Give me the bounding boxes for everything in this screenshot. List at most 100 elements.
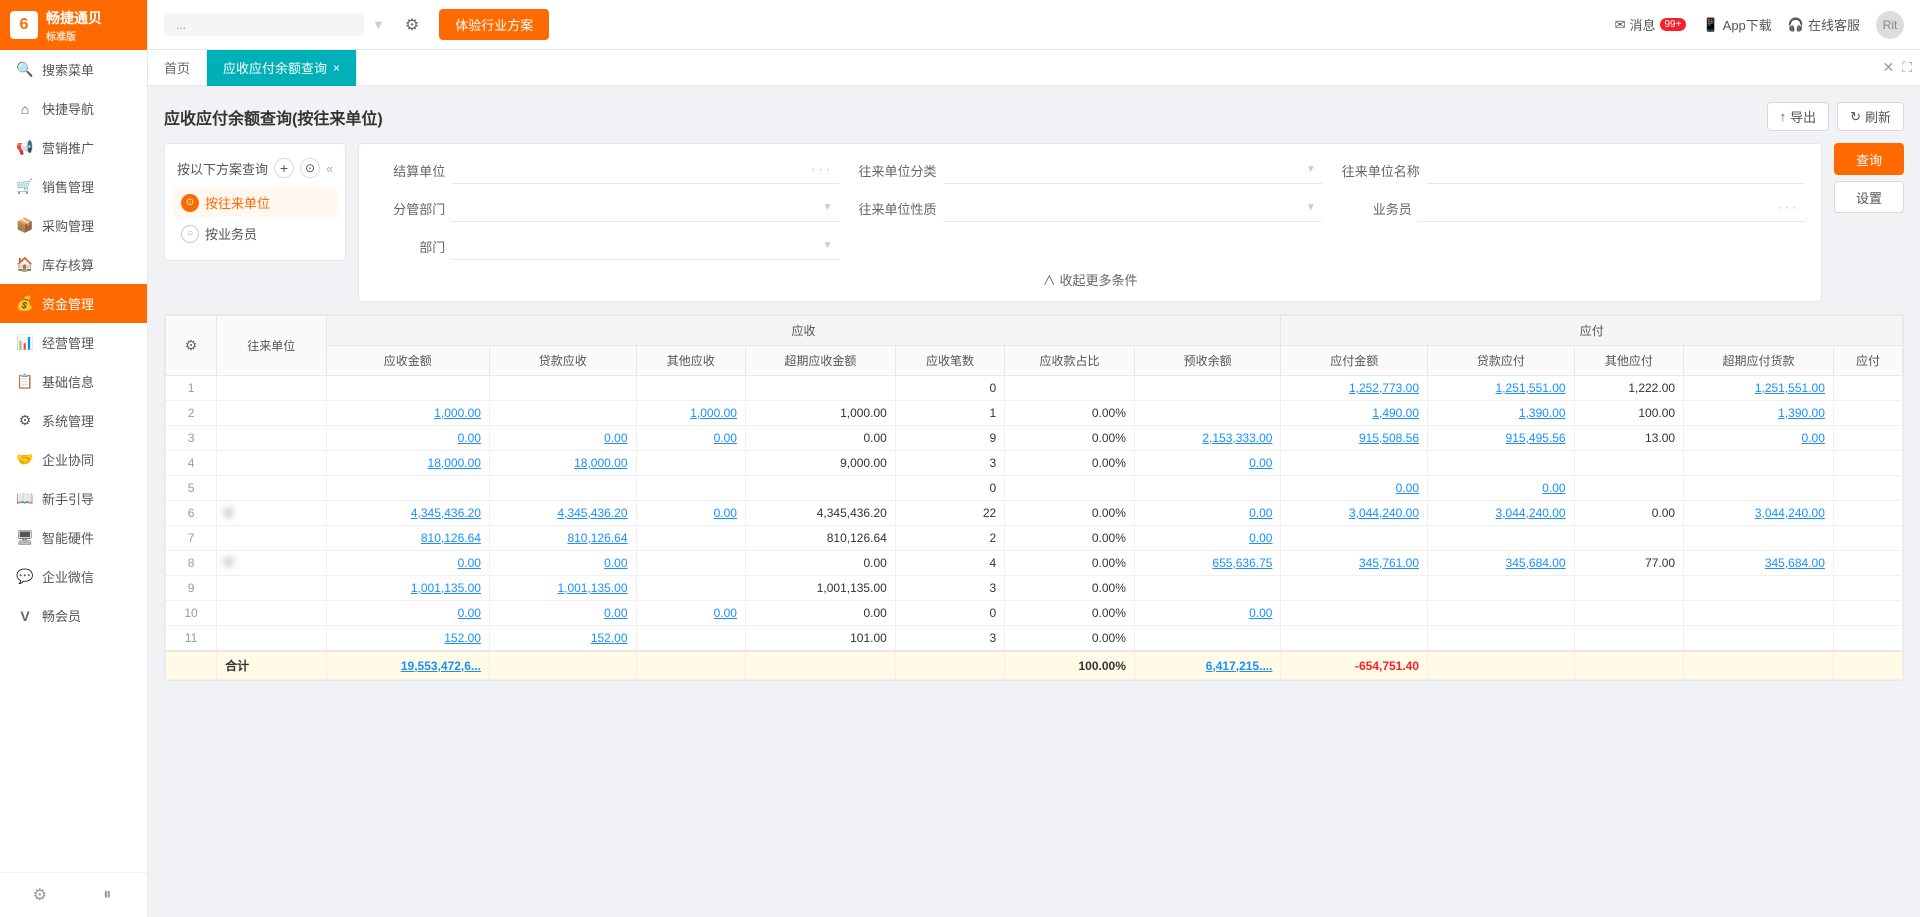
cta-button[interactable]: 体验行业方案	[439, 9, 549, 40]
filter-nav-item-partner[interactable]: ⊙ 按往来单位	[173, 188, 337, 217]
table-cell[interactable]: 345,684.00	[1428, 551, 1575, 576]
table-cell[interactable]	[1684, 476, 1834, 501]
table-cell[interactable]	[326, 476, 489, 501]
table-cell[interactable]	[636, 451, 745, 476]
sidebar-item-sales[interactable]: 🛒 销售管理	[0, 167, 147, 206]
table-cell[interactable]	[1684, 576, 1834, 601]
table-cell[interactable]: 18,000.00	[326, 451, 489, 476]
table-cell[interactable]: 0.00	[1134, 526, 1281, 551]
filter-nav-item-salesperson[interactable]: ○ 按业务员	[173, 219, 337, 248]
table-cell[interactable]: 3,044,240.00	[1684, 501, 1834, 526]
table-cell[interactable]: 3,044,240.00	[1281, 501, 1428, 526]
field-partner-nature-input[interactable]: ▼	[943, 194, 1322, 222]
sidebar-item-basicinfo[interactable]: 📋 基础信息	[0, 362, 147, 401]
tab-home[interactable]: 首页	[148, 50, 207, 86]
table-cell[interactable]: 1,001,135.00	[326, 576, 489, 601]
table-cell[interactable]: 0.00	[489, 551, 636, 576]
table-cell[interactable]	[1684, 451, 1834, 476]
table-cell[interactable]	[1134, 476, 1281, 501]
table-cell[interactable]: 915,508.56	[1281, 426, 1428, 451]
table-cell[interactable]	[636, 626, 745, 652]
table-cell[interactable]: 1,000.00	[326, 401, 489, 426]
sidebar-item-purchase[interactable]: 📦 采购管理	[0, 206, 147, 245]
settings-bottom-btn[interactable]: ⚙	[8, 881, 72, 909]
sidebar-item-marketing[interactable]: 📢 营销推广	[0, 128, 147, 167]
table-cell[interactable]	[1428, 601, 1575, 626]
table-cell[interactable]	[489, 376, 636, 401]
table-cell[interactable]	[1428, 576, 1575, 601]
user-avatar[interactable]: Rit	[1876, 11, 1904, 39]
table-cell[interactable]	[1281, 576, 1428, 601]
table-cell[interactable]: 1,251,551.00	[1684, 376, 1834, 401]
table-cell[interactable]: 345,761.00	[1281, 551, 1428, 576]
table-cell[interactable]	[636, 526, 745, 551]
export-button[interactable]: ↑ 导出	[1767, 102, 1830, 131]
table-cell[interactable]	[1281, 626, 1428, 652]
field-partner-name-input[interactable]	[1426, 156, 1805, 184]
table-cell[interactable]	[1684, 626, 1834, 652]
tab-close-icon[interactable]: ×	[333, 61, 340, 75]
url-bar[interactable]: ...	[164, 14, 364, 36]
table-cell[interactable]: 0.00	[489, 601, 636, 626]
field-salesperson-input[interactable]: ···	[1418, 194, 1805, 222]
more-conditions-button[interactable]: ∧ 收起更多条件	[375, 270, 1805, 289]
table-cell[interactable]: 1,390.00	[1428, 401, 1575, 426]
table-cell[interactable]: 4,345,436.20	[489, 501, 636, 526]
sidebar-item-operations[interactable]: 📊 经营管理	[0, 323, 147, 362]
table-cell[interactable]: 0.00	[636, 501, 745, 526]
table-cell[interactable]: 655,636.75	[1134, 551, 1281, 576]
table-cell[interactable]: 1,001,135.00	[489, 576, 636, 601]
tab-maximize-icon[interactable]: ⛶	[1902, 59, 1912, 76]
table-cell[interactable]: 0.00	[326, 426, 489, 451]
table-cell[interactable]: 152.00	[489, 626, 636, 652]
table-cell[interactable]: 0.00	[1684, 426, 1834, 451]
refresh-button[interactable]: ↻ 刷新	[1837, 102, 1904, 131]
sidebar-item-collaboration[interactable]: 🤝 企业协同	[0, 440, 147, 479]
table-cell[interactable]	[1281, 451, 1428, 476]
collapse-bottom-btn[interactable]: ⏸	[76, 881, 140, 909]
table-cell[interactable]	[1134, 401, 1281, 426]
table-cell[interactable]: 0.00	[489, 426, 636, 451]
table-cell[interactable]	[1428, 451, 1575, 476]
field-jiesuan-unit-input[interactable]: ···	[451, 156, 838, 184]
table-cell[interactable]	[1134, 576, 1281, 601]
header-settings-icon[interactable]: ⚙	[405, 15, 419, 35]
query-button[interactable]: 查询	[1834, 143, 1904, 175]
table-cell[interactable]	[1281, 601, 1428, 626]
tab-close-all-icon[interactable]: ✕	[1882, 59, 1894, 76]
table-settings-icon[interactable]: ⚙	[185, 337, 198, 353]
table-cell[interactable]	[636, 376, 745, 401]
table-cell[interactable]: 915,495.56	[1428, 426, 1575, 451]
table-cell[interactable]: 0.00	[1134, 451, 1281, 476]
table-cell[interactable]: 0.00	[1281, 476, 1428, 501]
table-cell[interactable]: 152.00	[326, 626, 489, 652]
tab-ar-query[interactable]: 应收应付余额查询 ×	[207, 50, 357, 86]
table-cell[interactable]: 0.00	[636, 426, 745, 451]
sidebar-item-finance[interactable]: 💰 资金管理	[0, 284, 147, 323]
table-cell[interactable]: 0.00	[1134, 501, 1281, 526]
table-cell[interactable]: 1,000.00	[636, 401, 745, 426]
table-cell[interactable]: 0.00	[1134, 601, 1281, 626]
table-cell[interactable]	[1684, 526, 1834, 551]
sidebar-item-hardware[interactable]: 🖥 智能硬件	[0, 518, 147, 557]
sidebar-item-guide[interactable]: 📖 新手引导	[0, 479, 147, 518]
app-download-button[interactable]: 📱 App下载	[1702, 15, 1771, 34]
sidebar-item-search[interactable]: 🔍 搜索菜单	[0, 50, 147, 89]
col-settings[interactable]: ⚙	[166, 316, 217, 376]
table-cell[interactable]	[1428, 526, 1575, 551]
table-cell[interactable]: 18,000.00	[489, 451, 636, 476]
sidebar-item-system[interactable]: ⚙ 系统管理	[0, 401, 147, 440]
table-cell[interactable]: 1,252,773.00	[1281, 376, 1428, 401]
table-cell[interactable]	[1134, 376, 1281, 401]
table-cell[interactable]	[489, 401, 636, 426]
filter-settings-button[interactable]: ⊙	[300, 158, 320, 178]
table-cell[interactable]	[1134, 626, 1281, 652]
sidebar-item-quicknav[interactable]: ⌂ 快捷导航	[0, 89, 147, 128]
messages-button[interactable]: ✉ 消息 99+	[1615, 15, 1687, 34]
table-cell[interactable]	[489, 476, 636, 501]
sidebar-item-inventory[interactable]: 🏠 库存核算	[0, 245, 147, 284]
table-cell[interactable]: 810,126.64	[489, 526, 636, 551]
table-cell[interactable]: 1,390.00	[1684, 401, 1834, 426]
filter-collapse-icon[interactable]: «	[326, 161, 333, 176]
table-cell[interactable]	[326, 376, 489, 401]
